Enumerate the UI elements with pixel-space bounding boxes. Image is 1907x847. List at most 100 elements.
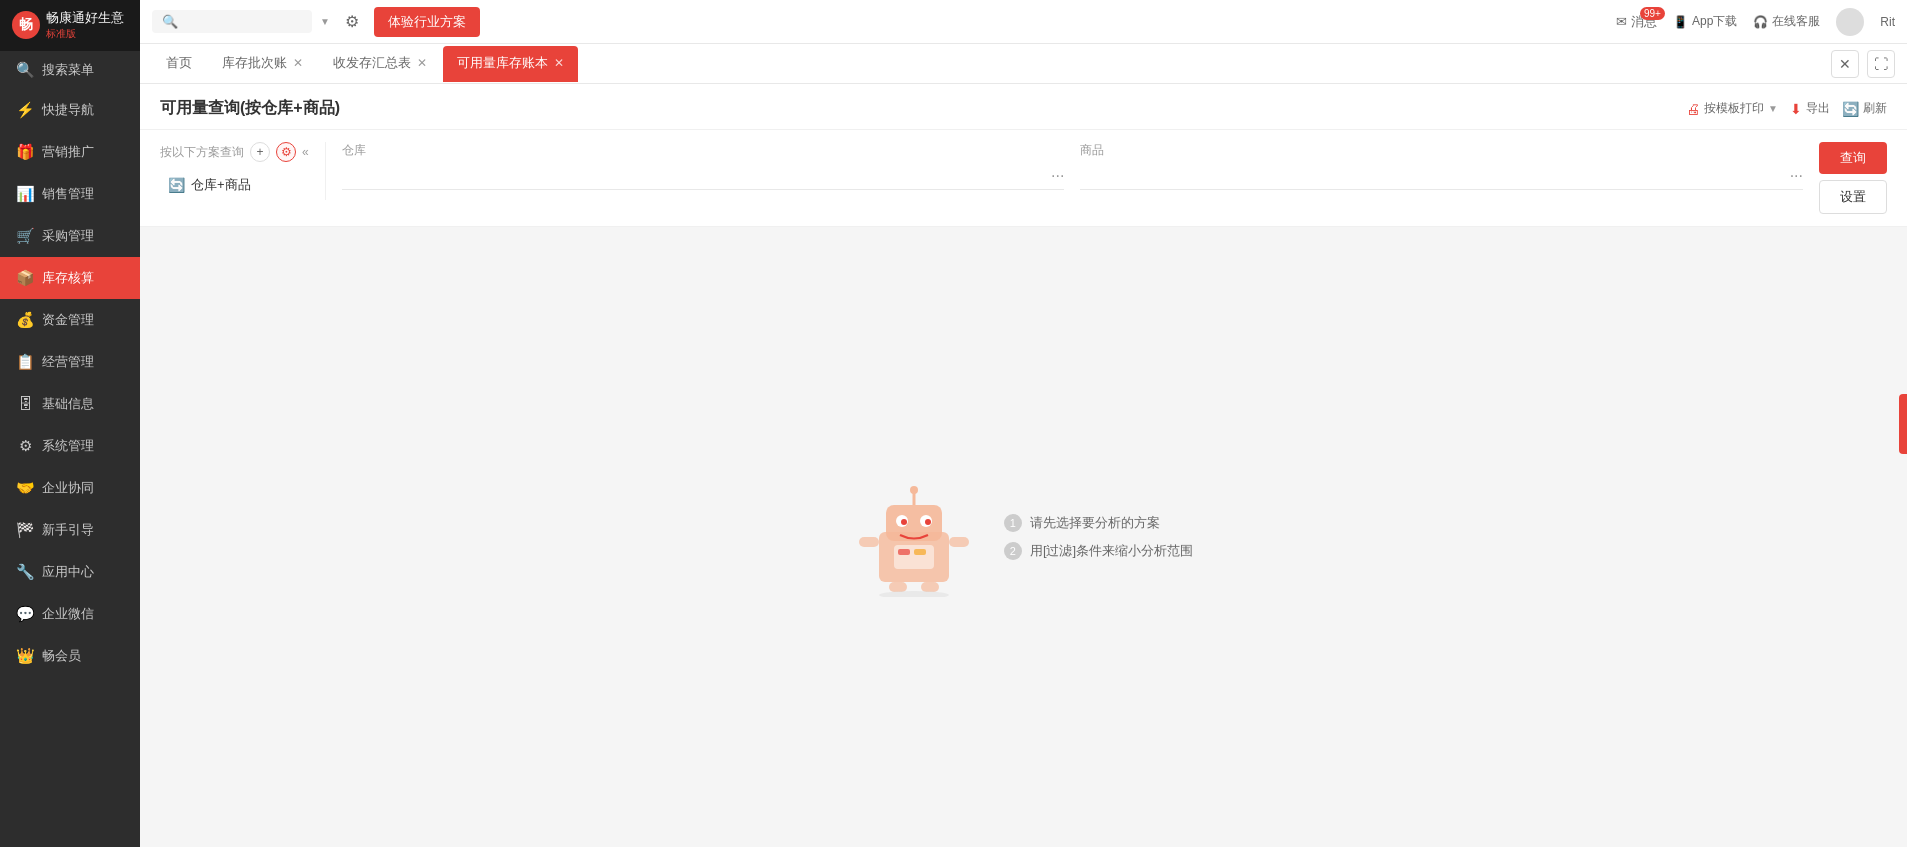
sidebar-scroll: ⚡ 快捷导航 🎁 营销推广 📊 销售管理 🛒 采购管理 📦 库存核算 💰 资金管…	[0, 89, 140, 847]
chart-icon: 📊	[16, 185, 34, 203]
tab-close-batch[interactable]: ✕	[293, 56, 303, 70]
sidebar-item-onboarding[interactable]: 🏁 新手引导	[0, 509, 140, 551]
gift-icon: 🎁	[16, 143, 34, 161]
scheme-item-warehouse-product[interactable]: 🔄 仓库+商品	[160, 170, 309, 200]
tab-expand-button[interactable]: ⛶	[1867, 50, 1895, 78]
sidebar-item-inventory[interactable]: 📦 库存核算	[0, 257, 140, 299]
sidebar-item-purchase[interactable]: 🛒 采购管理	[0, 215, 140, 257]
sidebar-item-enterprise[interactable]: 🤝 企业协同	[0, 467, 140, 509]
message-icon: ✉	[1616, 14, 1627, 29]
svg-point-15	[879, 591, 949, 597]
scheme-collapse-button[interactable]: «	[302, 145, 309, 159]
tab-home[interactable]: 首页	[152, 46, 206, 82]
tab-available[interactable]: 可用量库存账本 ✕	[443, 46, 578, 82]
tab-summary[interactable]: 收发存汇总表 ✕	[319, 46, 441, 82]
industry-btn[interactable]: 体验行业方案	[374, 7, 480, 37]
sidebar-item-basic[interactable]: 🗄 基础信息	[0, 383, 140, 425]
product-input[interactable]	[1080, 169, 1783, 184]
flag-icon: 🏁	[16, 521, 34, 539]
sidebar-header: 畅 畅康通好生意 标准版	[0, 0, 140, 51]
product-dots-button[interactable]: ···	[1790, 167, 1803, 185]
dropdown-arrow-icon[interactable]: ▼	[320, 16, 330, 27]
topbar: 🔍 ▼ ⚙ 体验行业方案 ✉ 消息 99+ 📱 App下载 🎧 在线客服 Rit	[140, 0, 1907, 44]
username-label: Rit	[1880, 15, 1895, 29]
svg-rect-11	[898, 549, 910, 555]
print-button[interactable]: 🖨 按模板打印 ▼	[1686, 100, 1778, 117]
ops-icon: 📋	[16, 353, 34, 371]
tab-close-summary[interactable]: ✕	[417, 56, 427, 70]
mobile-icon: 📱	[1673, 15, 1688, 29]
warehouse-input-wrapper: ···	[342, 163, 1065, 190]
print-icon: 🖨	[1686, 101, 1700, 117]
warehouse-dots-button[interactable]: ···	[1051, 167, 1064, 185]
svg-rect-12	[914, 549, 926, 555]
query-scheme-section: 按以下方案查询 + ⚙ « 🔄 仓库+商品	[160, 142, 326, 200]
warehouse-label: 仓库	[342, 142, 1065, 159]
filter-product: 商品 ···	[1080, 142, 1803, 190]
empty-step-1: 1 请先选择要分析的方案	[1004, 514, 1193, 532]
print-dropdown-icon[interactable]: ▼	[1768, 103, 1778, 114]
topbar-right: ✉ 消息 99+ 📱 App下载 🎧 在线客服 Rit	[1616, 8, 1895, 36]
svg-rect-10	[894, 545, 934, 569]
expand-icon: ⛶	[1874, 56, 1888, 72]
sidebar-item-sales[interactable]: 📊 销售管理	[0, 173, 140, 215]
svg-rect-9	[949, 537, 969, 547]
topbar-gear-button[interactable]: ⚙	[338, 8, 366, 36]
message-button[interactable]: ✉ 消息 99+	[1616, 13, 1657, 31]
svg-rect-14	[921, 582, 939, 592]
svg-rect-1	[886, 505, 942, 541]
sidebar-item-shortcut[interactable]: ⚡ 快捷导航	[0, 89, 140, 131]
product-label: 商品	[1080, 142, 1803, 159]
sidebar-item-member[interactable]: 👑 畅会员	[0, 635, 140, 677]
warehouse-input[interactable]	[342, 169, 1045, 184]
logo-icon: 畅	[12, 11, 40, 39]
online-service-button[interactable]: 🎧 在线客服	[1753, 13, 1820, 30]
svg-rect-8	[859, 537, 879, 547]
page-header: 可用量查询(按仓库+商品) 🖨 按模板打印 ▼ ⬇ 导出 🔄 刷新	[140, 84, 1907, 130]
content-area: 可用量查询(按仓库+商品) 🖨 按模板打印 ▼ ⬇ 导出 🔄 刷新	[140, 84, 1907, 847]
topbar-search-box[interactable]: 🔍	[152, 10, 312, 33]
settings-button[interactable]: 设置	[1819, 180, 1887, 214]
filter-fields: 仓库 ··· 商品 ···	[342, 142, 1803, 190]
topbar-search-input[interactable]	[184, 15, 284, 29]
export-icon: ⬇	[1790, 101, 1802, 117]
apps-icon: 🔧	[16, 563, 34, 581]
close-icon: ✕	[1839, 56, 1851, 72]
sidebar-item-wechat[interactable]: 💬 企业微信	[0, 593, 140, 635]
action-buttons: 查询 设置	[1819, 142, 1887, 214]
sidebar-search[interactable]: 🔍 搜索菜单	[0, 51, 140, 89]
sidebar-logo: 畅 畅康通好生意 标准版	[12, 10, 128, 41]
filter-warehouse: 仓库 ···	[342, 142, 1065, 190]
refresh-button[interactable]: 🔄 刷新	[1842, 100, 1887, 117]
sidebar-item-marketing[interactable]: 🎁 营销推广	[0, 131, 140, 173]
empty-step-2: 2 用[过滤]条件来缩小分析范围	[1004, 542, 1193, 560]
app-download-button[interactable]: 📱 App下载	[1673, 13, 1737, 30]
logo-text: 畅康通好生意 标准版	[46, 10, 124, 41]
tabs-right-actions: ✕ ⛶	[1831, 50, 1895, 78]
sidebar-item-apps[interactable]: 🔧 应用中心	[0, 551, 140, 593]
user-avatar[interactable]	[1836, 8, 1864, 36]
shortcut-icon: ⚡	[16, 101, 34, 119]
export-button[interactable]: ⬇ 导出	[1790, 100, 1830, 117]
add-scheme-button[interactable]: +	[250, 142, 270, 162]
right-edge-decoration	[1899, 394, 1907, 454]
tab-close-all-button[interactable]: ✕	[1831, 50, 1859, 78]
page-actions: 🖨 按模板打印 ▼ ⬇ 导出 🔄 刷新	[1686, 100, 1887, 117]
database-icon: 🗄	[16, 395, 34, 413]
handshake-icon: 🤝	[16, 479, 34, 497]
scheme-settings-button[interactable]: ⚙	[276, 142, 296, 162]
headset-icon: 🎧	[1753, 15, 1768, 29]
search-icon: 🔍	[16, 61, 34, 79]
sidebar-item-operations[interactable]: 📋 经营管理	[0, 341, 140, 383]
query-button[interactable]: 查询	[1819, 142, 1887, 174]
money-icon: 💰	[16, 311, 34, 329]
tab-close-available[interactable]: ✕	[554, 56, 564, 70]
sidebar-item-system[interactable]: ⚙ 系统管理	[0, 425, 140, 467]
inventory-icon: 📦	[16, 269, 34, 287]
empty-state: 1 请先选择要分析的方案 2 用[过滤]条件来缩小分析范围	[140, 227, 1907, 847]
tab-batch[interactable]: 库存批次账 ✕	[208, 46, 317, 82]
page-title: 可用量查询(按仓库+商品)	[160, 98, 340, 119]
message-badge: 99+	[1640, 7, 1665, 20]
main-area: 🔍 ▼ ⚙ 体验行业方案 ✉ 消息 99+ 📱 App下载 🎧 在线客服 Rit	[140, 0, 1907, 847]
sidebar-item-finance[interactable]: 💰 资金管理	[0, 299, 140, 341]
